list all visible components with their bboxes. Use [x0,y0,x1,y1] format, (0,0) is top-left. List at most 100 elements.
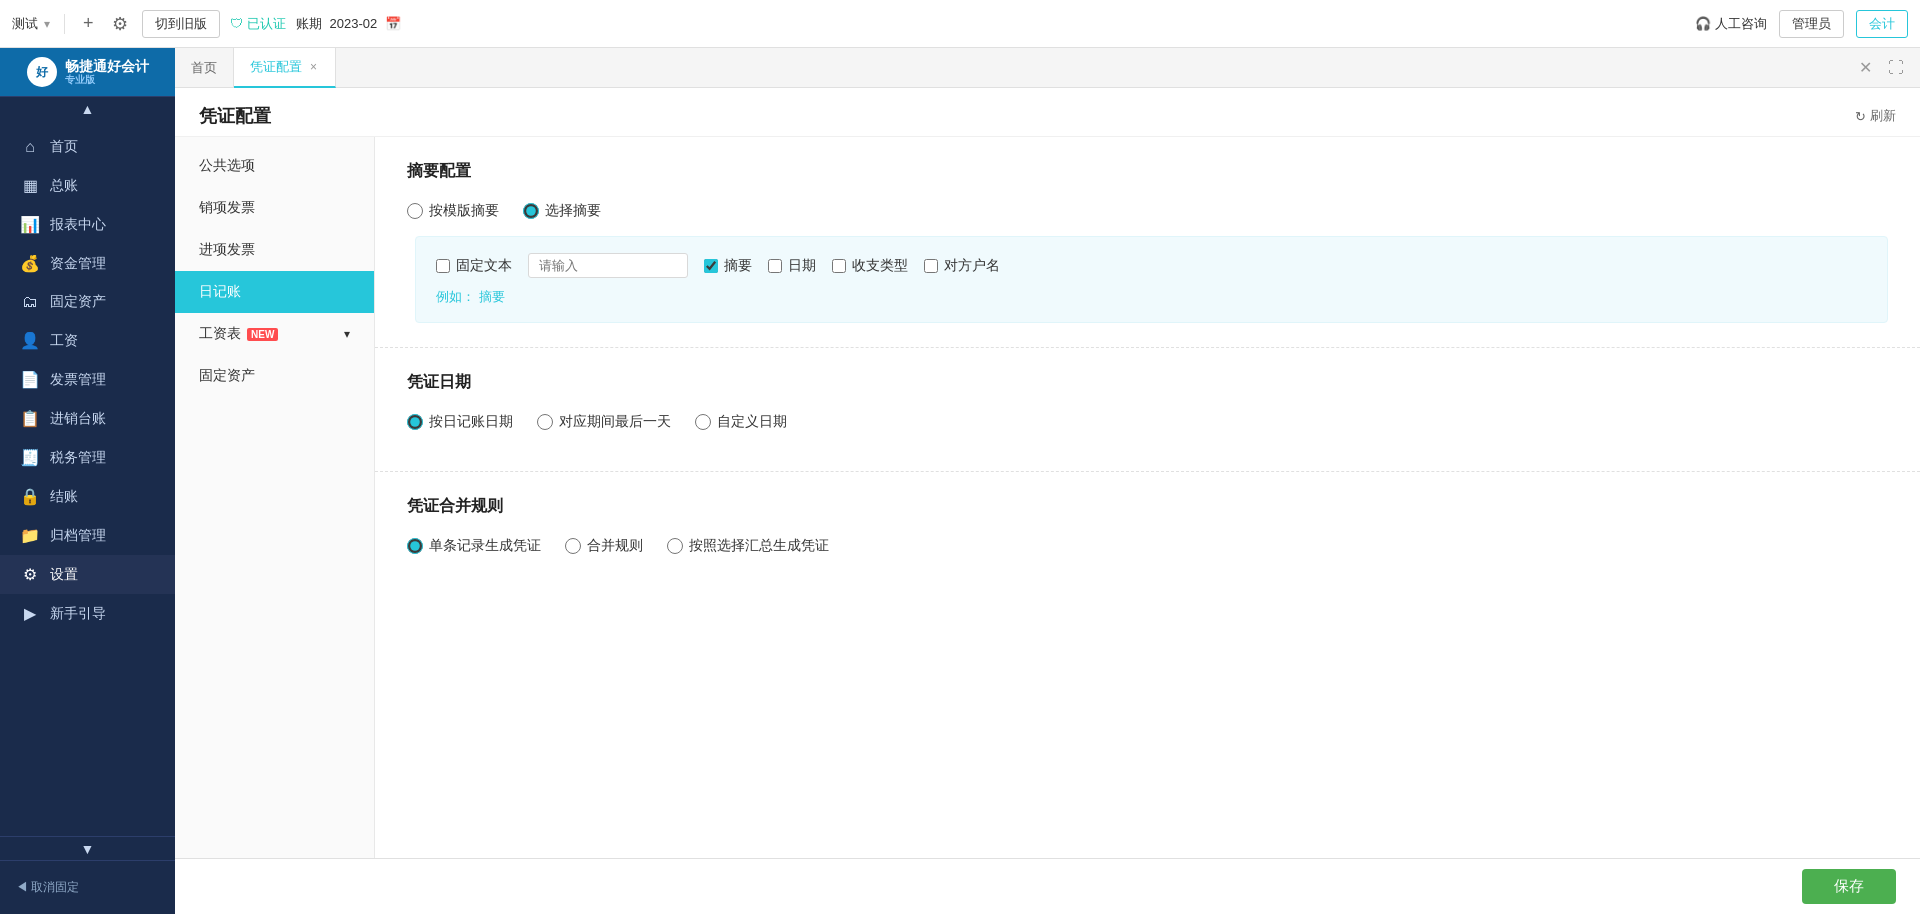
date-radio-group: 按日记账日期 对应期间最后一天 自定义日期 [407,413,1888,431]
summary-checkbox[interactable] [704,259,718,273]
company-selector[interactable]: 测试 ▾ [12,15,50,33]
custom-date-option[interactable]: 自定义日期 [695,413,787,431]
tab-voucher-config[interactable]: 凭证配置 × [234,48,336,88]
refresh-button[interactable]: ↻ 刷新 [1855,107,1896,125]
summary-checkbox-item[interactable]: 摘要 [704,257,752,275]
sidebar-item-label: 设置 [50,566,78,584]
sidebar-item-label: 税务管理 [50,449,106,467]
summary-title: 摘要配置 [407,161,1888,182]
sidebar-logo: 好 畅捷通好会计 专业版 [0,48,175,96]
bottom-bar: 保存 [175,858,1920,914]
period-last-radio[interactable] [537,414,553,430]
ledger-icon: ▦ [20,176,40,195]
page-content: 凭证配置 ↻ 刷新 公共选项 销项发票 进项发票 [175,88,1920,914]
sidebar-item-fund[interactable]: 💰 资金管理 [0,244,175,283]
left-nav: 公共选项 销项发票 进项发票 日记账 工资表 NEW ▾ [175,137,375,858]
summary-select-option[interactable]: 选择摘要 [523,202,601,220]
page-title: 凭证配置 [199,104,271,128]
left-nav-item-purchase-invoice[interactable]: 进项发票 [175,229,374,271]
income-type-checkbox-item[interactable]: 收支类型 [832,257,908,275]
inner-layout: 公共选项 销项发票 进项发票 日记账 工资表 NEW ▾ [175,137,1920,858]
sidebar-item-label: 资金管理 [50,255,106,273]
journal-date-option[interactable]: 按日记账日期 [407,413,513,431]
sidebar-item-label: 结账 [50,488,78,506]
summary-config-box: 固定文本 摘要 日期 [415,236,1888,323]
calendar-icon[interactable]: 📅 [385,16,401,31]
fixed-text-checkbox-item[interactable]: 固定文本 [436,257,512,275]
single-record-radio[interactable] [407,538,423,554]
asset-icon: 🗂 [20,293,40,311]
sidebar: 好 畅捷通好会计 专业版 ▲ ⌂ 首页 ▦ 总账 📊 报表中心 💰 资金管理 [0,48,175,914]
tab-close-icon[interactable]: × [308,58,319,76]
left-nav-item-journal[interactable]: 日记账 [175,271,374,313]
fixed-text-checkbox[interactable] [436,259,450,273]
sidebar-item-home[interactable]: ⌂ 首页 [0,128,175,166]
sidebar-nav: ⌂ 首页 ▦ 总账 📊 报表中心 💰 资金管理 🗂 固定资产 👤 工资 [0,120,175,836]
period-display: 账期 2023-02 📅 [296,15,402,33]
sidebar-item-invoice[interactable]: 📄 发票管理 [0,360,175,399]
archive-icon: 📁 [20,526,40,545]
guide-icon: ▶ [20,604,40,623]
sidebar-scroll-down[interactable]: ▼ [0,836,175,860]
summary-template-option[interactable]: 按模版摘要 [407,202,499,220]
sidebar-item-asset[interactable]: 🗂 固定资产 [0,283,175,321]
sidebar-item-ledger[interactable]: ▦ 总账 [0,166,175,205]
merge-rule-option[interactable]: 合并规则 [565,537,643,555]
sidebar-item-label: 固定资产 [50,293,106,311]
custom-date-radio[interactable] [695,414,711,430]
sidebar-item-settings[interactable]: ⚙ 设置 [0,555,175,594]
left-nav-item-public[interactable]: 公共选项 [175,145,374,187]
sidebar-item-wage[interactable]: 👤 工资 [0,321,175,360]
support-btn[interactable]: 🎧 人工咨询 [1695,15,1767,33]
topbar-right: 🎧 人工咨询 管理员 会计 [1695,10,1908,38]
settings-icon-btn[interactable]: ⚙ [108,9,132,39]
single-record-option[interactable]: 单条记录生成凭证 [407,537,541,555]
counterpart-checkbox[interactable] [924,259,938,273]
fixed-text-input[interactable] [528,253,688,278]
right-content: 摘要配置 按模版摘要 选择摘要 [375,137,1920,858]
left-nav-item-sales-invoice[interactable]: 销项发票 [175,187,374,229]
payroll-expand-icon: ▾ [344,327,350,341]
divider-1 [64,14,65,34]
left-nav-item-fixed-asset[interactable]: 固定资产 [175,355,374,397]
role-btn[interactable]: 会计 [1856,10,1908,38]
sidebar-scroll-up[interactable]: ▲ [0,96,175,120]
wage-icon: 👤 [20,331,40,350]
sidebar-item-close[interactable]: 🔒 结账 [0,477,175,516]
tab-home[interactable]: 首页 [175,48,234,88]
sidebar-item-guide[interactable]: ▶ 新手引导 [0,594,175,633]
tab-expand-icon[interactable]: ⛶ [1884,55,1908,81]
switch-old-version-btn[interactable]: 切到旧版 [142,10,220,38]
date-checkbox[interactable] [768,259,782,273]
income-type-checkbox[interactable] [832,259,846,273]
sidebar-item-label: 归档管理 [50,527,106,545]
shield-icon: 🛡 [230,16,243,31]
tab-close-window-icon[interactable]: ✕ [1855,54,1876,81]
date-checkbox-item[interactable]: 日期 [768,257,816,275]
logo-icon: 好 [27,57,57,87]
summary-example: 例如： 摘要 [436,288,1867,306]
summary-generate-option[interactable]: 按照选择汇总生成凭证 [667,537,829,555]
sidebar-item-archive[interactable]: 📁 归档管理 [0,516,175,555]
sidebar-item-label: 进销台账 [50,410,106,428]
date-title: 凭证日期 [407,372,1888,393]
save-button[interactable]: 保存 [1802,869,1896,904]
summary-fields-row: 固定文本 摘要 日期 [436,253,1867,278]
counterpart-checkbox-item[interactable]: 对方户名 [924,257,1000,275]
summary-template-radio[interactable] [407,203,423,219]
add-button[interactable]: + [79,9,98,38]
sidebar-item-report[interactable]: 📊 报表中心 [0,205,175,244]
tab-bar: 首页 凭证配置 × ✕ ⛶ [175,48,1920,88]
left-nav-item-payroll[interactable]: 工资表 NEW ▾ [175,313,374,355]
summary-generate-radio[interactable] [667,538,683,554]
sidebar-item-tax[interactable]: 🧾 税务管理 [0,438,175,477]
merge-title: 凭证合并规则 [407,496,1888,517]
period-last-option[interactable]: 对应期间最后一天 [537,413,671,431]
user-btn[interactable]: 管理员 [1779,10,1844,38]
summary-select-radio[interactable] [523,203,539,219]
main-layout: 好 畅捷通好会计 专业版 ▲ ⌂ 首页 ▦ 总账 📊 报表中心 💰 资金管理 [0,48,1920,914]
unpin-btn[interactable]: ◀ 取消固定 [0,871,175,904]
journal-date-radio[interactable] [407,414,423,430]
merge-rule-radio[interactable] [565,538,581,554]
sidebar-item-sales[interactable]: 📋 进销台账 [0,399,175,438]
